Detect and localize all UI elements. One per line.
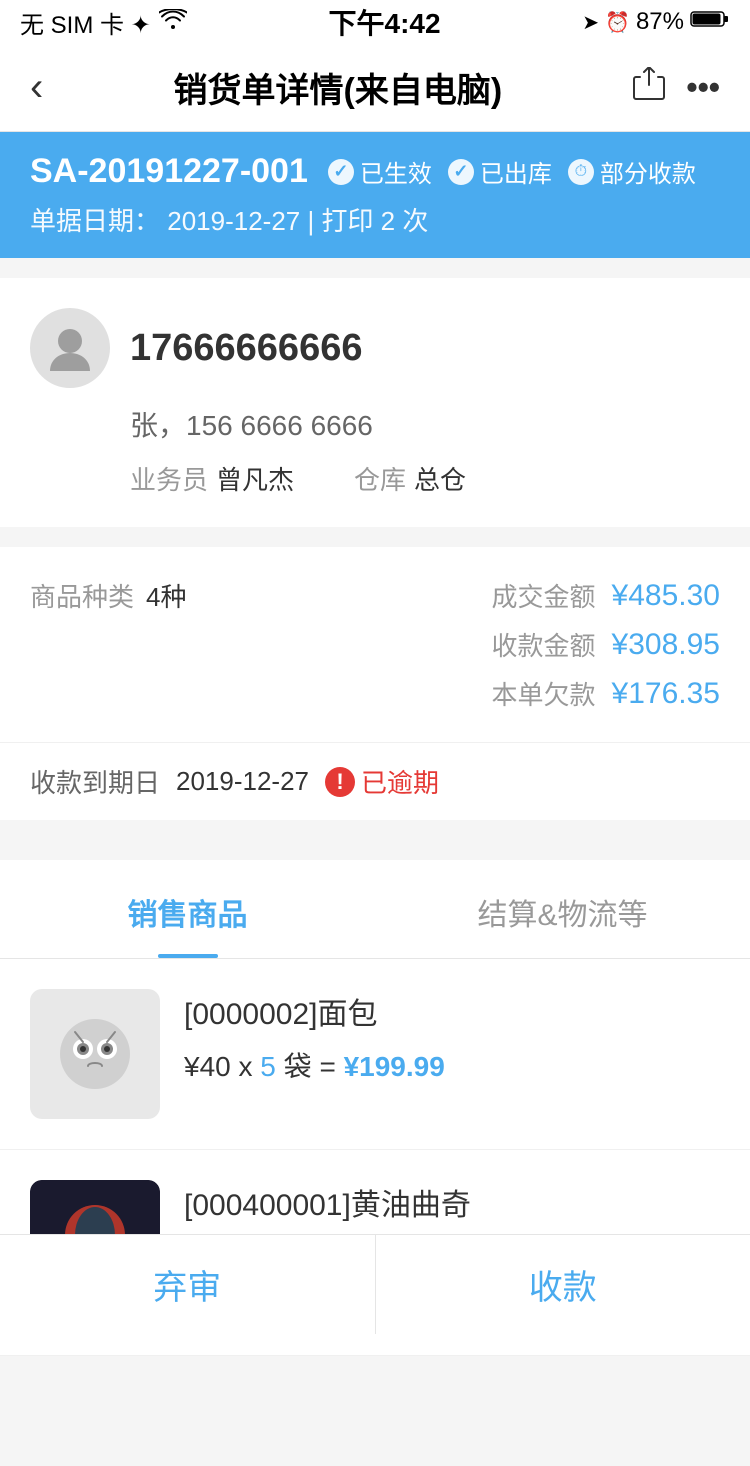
- type-label: 商品种类: [30, 577, 134, 614]
- share-icon[interactable]: [632, 67, 666, 109]
- nav-bar: ‹ 销货单详情(来自电脑) •••: [0, 44, 750, 132]
- bottom-pad: [0, 1356, 750, 1466]
- received-value: ¥308.95: [612, 628, 720, 662]
- location-icon: ➤: [582, 10, 599, 35]
- product-thumb-1: [30, 989, 160, 1119]
- type-value: 4种: [146, 577, 186, 614]
- owl-icon: [30, 989, 160, 1119]
- tabs-section: 销售商品 结算&物流等: [0, 860, 750, 959]
- amounts: 成交金额 ¥485.30 收款金额 ¥308.95 本单欠款 ¥176.35: [492, 577, 720, 712]
- divider-1: [0, 527, 750, 547]
- total-value-1: ¥199.99: [344, 1051, 445, 1082]
- abandon-review-button[interactable]: 弃审: [0, 1235, 376, 1334]
- product-item: [0000002]面包 ¥40 x 5 袋 = ¥199.99: [0, 959, 750, 1150]
- customer-name-phone: 张，156 6666 6666: [30, 404, 720, 444]
- product-type: 商品种类 4种: [30, 577, 186, 614]
- order-id: SA-20191227-001: [30, 152, 308, 191]
- badge-shipped: ✓ 已出库: [448, 154, 552, 189]
- overdue-text: 已逾期: [361, 763, 439, 800]
- deal-amount-row: 成交金额 ¥485.30: [492, 577, 720, 614]
- clock-icon: ⏱: [568, 159, 594, 185]
- battery-icon: [690, 8, 730, 36]
- debt-amount-row: 本单欠款 ¥176.35: [492, 675, 720, 712]
- status-right: ➤ ⏰ 87%: [582, 8, 730, 36]
- customer-phone: 17666666666: [130, 327, 362, 370]
- customer-meta: 业务员 曾凡杰 仓库 总仓: [30, 460, 720, 497]
- nav-right: •••: [632, 67, 720, 109]
- check-icon-1: ✓: [328, 159, 354, 185]
- received-label: 收款金额: [492, 626, 596, 663]
- due-date-value: 2019-12-27: [176, 766, 309, 797]
- badge-partial: ⏱ 部分收款: [568, 154, 696, 189]
- warehouse-value: 总仓: [414, 460, 466, 497]
- overdue-badge: ! 已逾期: [325, 763, 439, 800]
- debt-label: 本单欠款: [492, 675, 596, 712]
- check-icon-2: ✓: [448, 159, 474, 185]
- product-info-1: [0000002]面包 ¥40 x 5 袋 = ¥199.99: [184, 989, 720, 1085]
- status-left: 无 SIM 卡 ✦: [20, 5, 187, 40]
- badge-effective-label: 已生效: [360, 154, 432, 189]
- agent-item: 业务员 曾凡杰: [130, 460, 294, 497]
- customer-avatar: [30, 308, 110, 388]
- product-name-1: [0000002]面包: [184, 989, 720, 1033]
- badge-shipped-label: 已出库: [480, 154, 552, 189]
- agent-label: 业务员: [130, 460, 208, 497]
- order-date: 2019-12-27: [167, 206, 300, 236]
- summary-section: 商品种类 4种 成交金额 ¥485.30 收款金额 ¥308.95 本单欠款 ¥…: [0, 547, 750, 742]
- due-section: 收款到期日 2019-12-27 ! 已逾期: [0, 742, 750, 820]
- agent-value: 曾凡杰: [216, 460, 294, 497]
- badge-effective: ✓ 已生效: [328, 154, 432, 189]
- warehouse-label: 仓库: [354, 460, 406, 497]
- battery-percent: 87%: [636, 8, 684, 36]
- wifi-icon: [159, 8, 187, 36]
- status-badges: ✓ 已生效 ✓ 已出库 ⏱ 部分收款: [328, 154, 696, 189]
- warehouse-item: 仓库 总仓: [354, 460, 466, 497]
- due-label: 收款到期日: [30, 763, 160, 800]
- date-label: 单据日期：: [30, 206, 160, 236]
- debt-value: ¥176.35: [612, 677, 720, 711]
- badge-partial-label: 部分收款: [600, 154, 696, 189]
- alarm-icon: ⏰: [605, 10, 630, 35]
- qty-value-1: 5: [260, 1051, 276, 1082]
- received-amount-row: 收款金额 ¥308.95: [492, 626, 720, 663]
- back-button[interactable]: ‹: [30, 65, 43, 110]
- summary-row: 商品种类 4种 成交金额 ¥485.30 收款金额 ¥308.95 本单欠款 ¥…: [30, 577, 720, 712]
- overdue-icon: !: [325, 767, 355, 797]
- deal-amount-label: 成交金额: [492, 577, 596, 614]
- more-icon[interactable]: •••: [686, 69, 720, 106]
- unit-1: 袋: [284, 1051, 312, 1082]
- divider-2: [0, 820, 750, 840]
- tabs: 销售商品 结算&物流等: [0, 860, 750, 958]
- status-time: 下午4:42: [329, 2, 441, 42]
- order-date-line: 单据日期： 2019-12-27 | 打印 2 次: [30, 201, 720, 238]
- nav-title: 销货单详情(来自电脑): [174, 63, 503, 112]
- customer-section: 17666666666 张，156 6666 6666 业务员 曾凡杰 仓库 总…: [0, 278, 750, 527]
- print-count: | 打印 2 次: [307, 206, 428, 236]
- product-name-2: [000400001]黄油曲奇: [184, 1180, 720, 1224]
- customer-header: 17666666666: [30, 308, 720, 388]
- tab-products[interactable]: 销售商品: [0, 860, 375, 958]
- header-banner: SA-20191227-001 ✓ 已生效 ✓ 已出库 ⏱ 部分收款: [0, 132, 750, 258]
- status-bar: 无 SIM 卡 ✦ 下午4:42 ➤ ⏰ 87%: [0, 0, 750, 44]
- product-price-1: ¥40 x 5 袋 = ¥199.99: [184, 1045, 720, 1085]
- collect-payment-button[interactable]: 收款: [376, 1235, 750, 1334]
- price-value-1: ¥40: [184, 1051, 231, 1082]
- deal-amount-value: ¥485.30: [612, 579, 720, 613]
- tab-settlement[interactable]: 结算&物流等: [375, 860, 750, 958]
- sim-label: 无 SIM 卡 ✦: [20, 5, 151, 40]
- bottom-bar: 弃审 收款: [0, 1234, 750, 1334]
- nav-left: ‹: [30, 65, 43, 110]
